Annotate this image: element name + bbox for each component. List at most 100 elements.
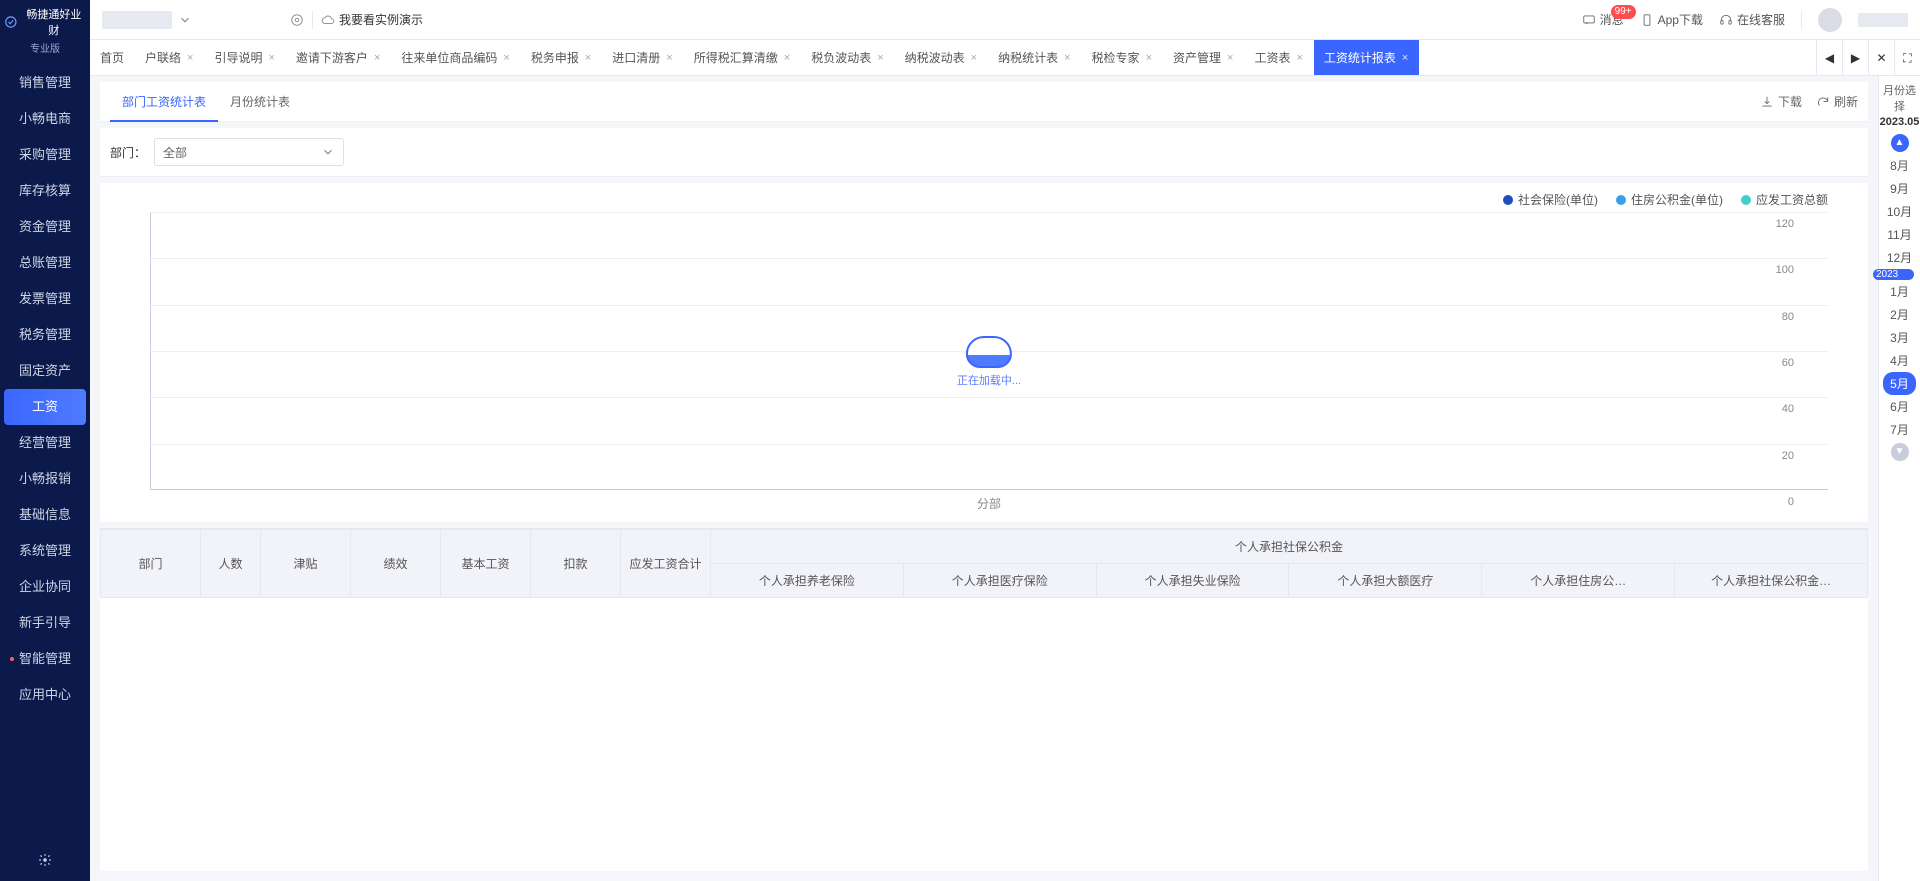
table-subheader: 个人承担失业保险 <box>1096 564 1289 598</box>
tab-6[interactable]: 进口清册× <box>602 40 683 75</box>
avatar[interactable] <box>1818 8 1842 32</box>
filter-row: 部门： 全部 <box>100 128 1868 177</box>
tab-5[interactable]: 税务申报× <box>521 40 602 75</box>
subtab-row: 部门工资统计表月份统计表 下载 刷新 <box>100 82 1868 122</box>
tab-close-icon[interactable]: × <box>1146 52 1152 64</box>
tabbar: 首页户联络×引导说明×邀请下游客户×往来单位商品编码×税务申报×进口清册×所得税… <box>90 40 1920 76</box>
sidebar-item-4[interactable]: 资金管理 <box>0 209 90 245</box>
sidebar-item-3[interactable]: 库存核算 <box>0 173 90 209</box>
tab-2[interactable]: 引导说明× <box>204 40 285 75</box>
sidebar-item-1[interactable]: 小畅电商 <box>0 101 90 137</box>
tab-close-icon[interactable]: × <box>666 52 672 64</box>
tabs-prev-button[interactable]: ◀ <box>1816 40 1842 76</box>
sidebar-item-5[interactable]: 总账管理 <box>0 245 90 281</box>
tab-14[interactable]: 工资统计报表× <box>1314 40 1419 75</box>
gear-icon <box>290 13 304 27</box>
app-download-button[interactable]: App下载 <box>1640 11 1703 28</box>
online-service-button[interactable]: 在线客服 <box>1719 11 1785 28</box>
table-subheader: 个人承担养老保险 <box>711 564 904 598</box>
cloud-icon <box>321 13 335 27</box>
month-option-3[interactable]: 11月 <box>1879 223 1920 246</box>
tab-close-icon[interactable]: × <box>1296 52 1302 64</box>
sidebar-item-10[interactable]: 经营管理 <box>0 425 90 461</box>
month-option-11[interactable]: 7月 <box>1879 418 1920 441</box>
tab-13[interactable]: 工资表× <box>1244 40 1313 75</box>
chart-xlabel: 分部 <box>977 495 1001 512</box>
download-button[interactable]: 下载 <box>1760 93 1802 110</box>
y-tick: 100 <box>1764 264 1794 276</box>
sidebar-settings[interactable] <box>0 845 90 881</box>
message-icon <box>1582 13 1596 27</box>
sidebar-item-16[interactable]: 智能管理 <box>0 641 90 677</box>
tab-close-icon[interactable]: × <box>877 52 883 64</box>
legend-item-1[interactable]: 住房公积金(单位) <box>1616 191 1723 208</box>
fullscreen-button[interactable]: ⛶ <box>1894 40 1920 76</box>
table-header: 绩效 <box>351 530 441 598</box>
sidebar-item-2[interactable]: 采购管理 <box>0 137 90 173</box>
tab-close-icon[interactable]: × <box>374 52 380 64</box>
tabs-next-button[interactable]: ▶ <box>1842 40 1868 76</box>
sidebar-item-0[interactable]: 销售管理 <box>0 65 90 101</box>
month-option-8[interactable]: 4月 <box>1879 349 1920 372</box>
month-option-10[interactable]: 6月 <box>1879 395 1920 418</box>
tab-7[interactable]: 所得税汇算清缴× <box>684 40 801 75</box>
tab-close-icon[interactable]: × <box>187 52 193 64</box>
month-option-7[interactable]: 3月 <box>1879 326 1920 349</box>
month-option-2[interactable]: 10月 <box>1879 200 1920 223</box>
tab-8[interactable]: 税负波动表× <box>801 40 894 75</box>
sidebar-item-9[interactable]: 工资 <box>4 389 86 425</box>
tab-3[interactable]: 邀请下游客户× <box>286 40 391 75</box>
tab-close-icon[interactable]: × <box>971 52 977 64</box>
tab-0[interactable]: 首页 <box>90 40 135 75</box>
tab-close-icon[interactable]: × <box>268 52 274 64</box>
sidebar-item-7[interactable]: 税务管理 <box>0 317 90 353</box>
month-option-4[interactable]: 12月 <box>1879 246 1920 269</box>
tab-12[interactable]: 资产管理× <box>1163 40 1244 75</box>
dept-select[interactable]: 全部 <box>154 138 344 166</box>
refresh-button[interactable]: 刷新 <box>1816 93 1858 110</box>
month-option-1[interactable]: 9月 <box>1879 177 1920 200</box>
sidebar-item-17[interactable]: 应用中心 <box>0 677 90 713</box>
sidebar-item-8[interactable]: 固定资产 <box>0 353 90 389</box>
tab-close-icon[interactable]: × <box>784 52 790 64</box>
demo-link[interactable]: 我要看实例演示 <box>321 11 423 28</box>
sidebar-item-6[interactable]: 发票管理 <box>0 281 90 317</box>
table-subheader: 个人承担住房公… <box>1482 564 1675 598</box>
sidebar-item-12[interactable]: 基础信息 <box>0 497 90 533</box>
table-header: 应发工资合计 <box>621 530 711 598</box>
sidebar-item-11[interactable]: 小畅报销 <box>0 461 90 497</box>
tab-close-icon[interactable]: × <box>1064 52 1070 64</box>
tab-10[interactable]: 纳税统计表× <box>988 40 1081 75</box>
tab-close-icon[interactable]: × <box>585 52 591 64</box>
tab-close-icon[interactable]: × <box>503 52 509 64</box>
tab-11[interactable]: 税检专家× <box>1082 40 1163 75</box>
chart: 020406080100120 分部 正在加载中... <box>150 212 1828 512</box>
sidebar-item-14[interactable]: 企业协同 <box>0 569 90 605</box>
tab-4[interactable]: 往来单位商品编码× <box>391 40 520 75</box>
org-settings-button[interactable] <box>290 13 304 27</box>
month-option-6[interactable]: 2月 <box>1879 303 1920 326</box>
table: 部门人数津贴绩效基本工资扣款应发工资合计个人承担社保公积金 个人承担养老保险个人… <box>100 528 1868 871</box>
month-option-9[interactable]: 5月 <box>1883 372 1916 395</box>
tab-close-icon[interactable]: × <box>1402 52 1408 64</box>
subtab-0[interactable]: 部门工资统计表 <box>110 82 218 122</box>
org-selector[interactable] <box>102 11 282 29</box>
month-option-5[interactable]: 1月 <box>1879 280 1920 303</box>
legend-item-2[interactable]: 应发工资总额 <box>1741 191 1828 208</box>
table-header: 基本工资 <box>441 530 531 598</box>
messages-button[interactable]: 消息 99+ <box>1582 11 1624 28</box>
download-icon <box>1760 95 1774 109</box>
month-next-button[interactable]: ▼ <box>1891 443 1909 461</box>
month-prev-button[interactable]: ▲ <box>1891 134 1909 152</box>
legend-item-0[interactable]: 社会保险(单位) <box>1503 191 1598 208</box>
subtab-1[interactable]: 月份统计表 <box>218 82 302 122</box>
sidebar-item-13[interactable]: 系统管理 <box>0 533 90 569</box>
main: 我要看实例演示 消息 99+ App下载 在线客服 首页户联络×引导说明×邀请下… <box>90 0 1920 881</box>
tab-close-icon[interactable]: × <box>1227 52 1233 64</box>
tabs-close-all-button[interactable]: ✕ <box>1868 40 1894 76</box>
y-tick: 120 <box>1764 218 1794 230</box>
tab-9[interactable]: 纳税波动表× <box>895 40 988 75</box>
sidebar-item-15[interactable]: 新手引导 <box>0 605 90 641</box>
month-option-0[interactable]: 8月 <box>1879 154 1920 177</box>
tab-1[interactable]: 户联络× <box>135 40 204 75</box>
